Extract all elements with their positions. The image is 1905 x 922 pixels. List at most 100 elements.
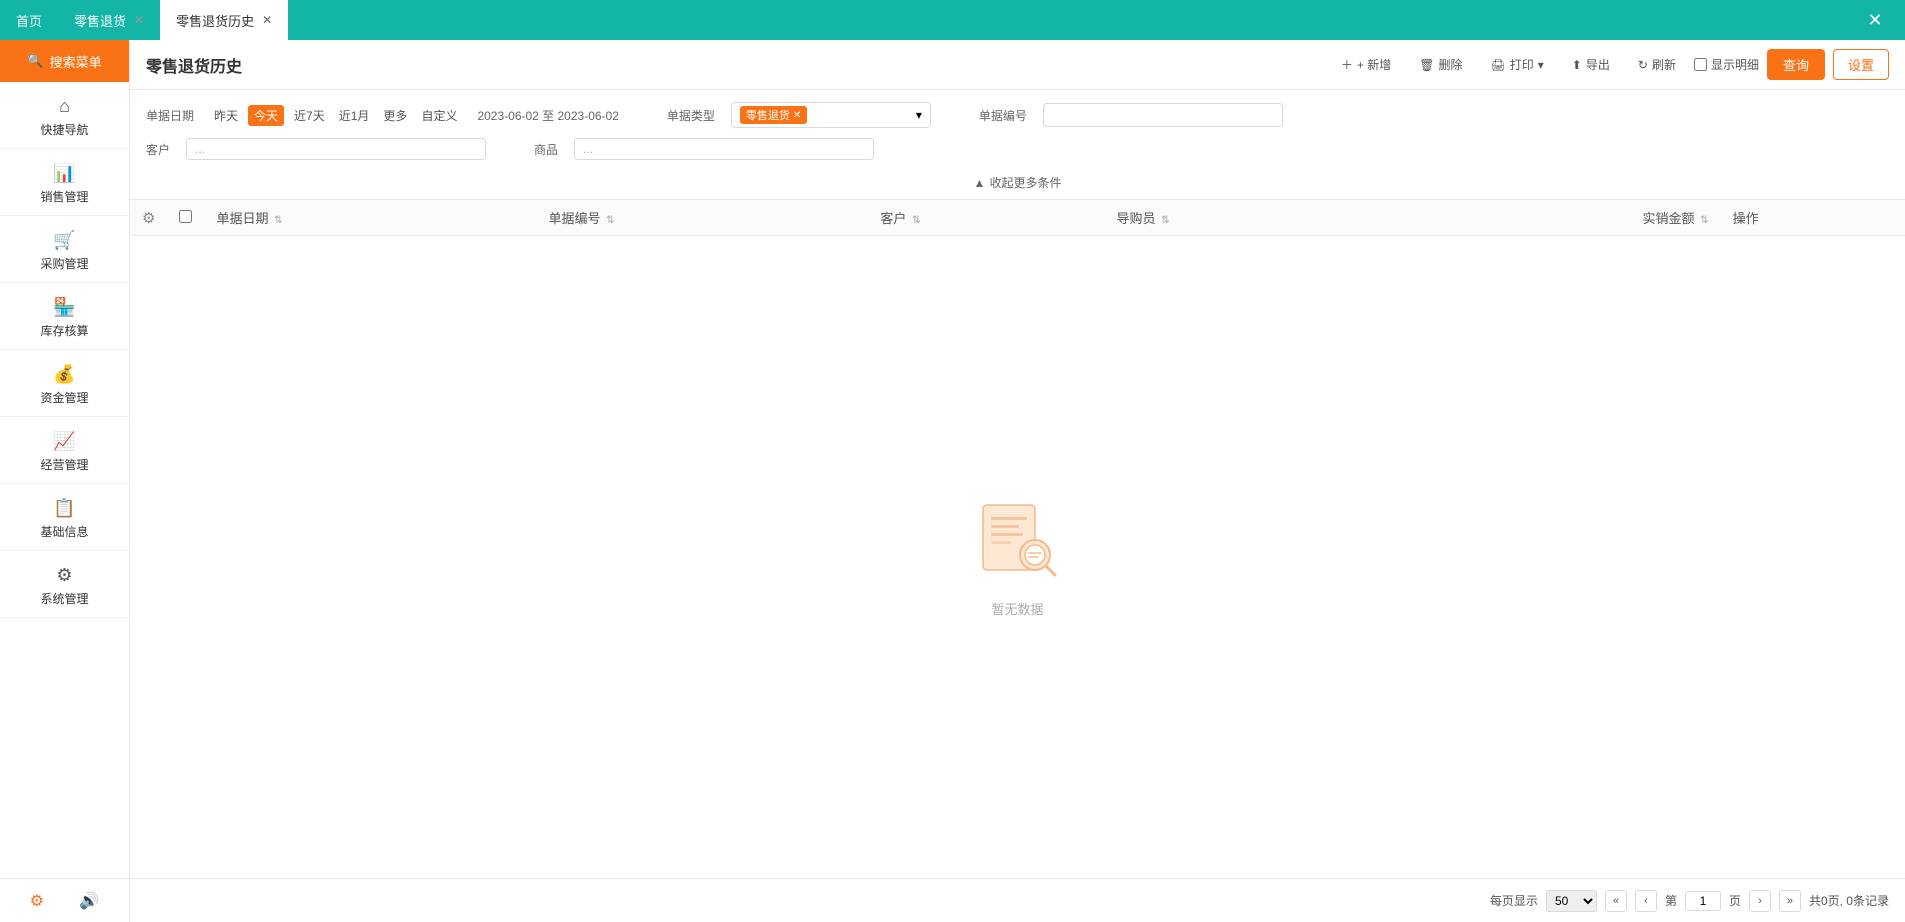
bill-type-dropdown-icon: ▾ (916, 108, 922, 122)
column-settings-icon[interactable]: ⚙ (142, 210, 155, 227)
collapse-icon: ▲ (974, 176, 986, 190)
finance-icon: 💰 (53, 364, 75, 385)
date-opt-last7[interactable]: 近7天 (290, 105, 329, 126)
col-settings: ⚙ (130, 200, 167, 236)
tab-retail-return[interactable]: 零售退货 ✕ (58, 0, 160, 40)
col-guide[interactable]: 导购员 ⇅ (1105, 200, 1389, 236)
pagination-bar: 每页显示 50 10 20 100 « ‹ 第 页 › » 共0页, 0条记录 (130, 878, 1905, 922)
bill-no-input[interactable] (1043, 103, 1283, 127)
data-table: ⚙ 单据日期 ⇅ 单据编号 ⇅ (130, 200, 1905, 236)
customer-select[interactable]: ... (186, 138, 486, 160)
content-area: 零售退货历史 ＋ + 新增 🗑 删除 🖨 打印 ▾ ⬆ 导出 (130, 40, 1905, 922)
date-opt-yesterday[interactable]: 昨天 (210, 105, 242, 126)
collapse-label: 收起更多条件 (989, 174, 1061, 191)
date-label: 单据日期 (146, 107, 194, 124)
bill-no-label: 单据编号 (979, 107, 1027, 124)
window-close-button[interactable]: ✕ (1861, 6, 1889, 34)
sidebar-item-system[interactable]: ⚙ 系统管理 (0, 551, 129, 618)
goods-select[interactable]: ... (574, 138, 874, 160)
print-icon: 🖨 (1491, 58, 1506, 72)
date-opt-last1m[interactable]: 近1月 (335, 105, 374, 126)
sidebar-item-operation[interactable]: 📈 经营管理 (0, 417, 129, 484)
col-customer-sort-icon: ⇅ (912, 215, 920, 226)
refresh-icon: ↻ (1638, 58, 1648, 72)
table-area: ⚙ 单据日期 ⇅ 单据编号 ⇅ (130, 200, 1905, 878)
export-label: 导出 (1586, 56, 1610, 73)
sidebar-item-purchase[interactable]: 🛒 采购管理 (0, 216, 129, 283)
show-detail-checkbox[interactable] (1694, 58, 1707, 71)
total-label: 共0页, 0条记录 (1809, 892, 1889, 909)
customer-label: 客户 (146, 141, 170, 158)
refresh-button[interactable]: ↻ 刷新 (1628, 51, 1686, 78)
bill-type-select[interactable]: 零售退货 ✕ ▾ (731, 102, 931, 128)
tab-home[interactable]: 首页 (0, 0, 58, 40)
sidebar-search[interactable]: 🔍 搜索菜单 (0, 40, 129, 82)
col-guide-label: 导购员 (1117, 211, 1156, 226)
page-header: 零售退货历史 ＋ + 新增 🗑 删除 🖨 打印 ▾ ⬆ 导出 (130, 40, 1905, 90)
sales-icon: 📊 (53, 163, 75, 184)
sidebar-search-label: 搜索菜单 (50, 52, 102, 71)
print-label: 打印 (1510, 56, 1534, 73)
bill-type-tag-label: 零售退货 (746, 107, 790, 123)
col-amount[interactable]: 实销金额 ⇅ (1389, 200, 1721, 236)
main-layout: 🔍 搜索菜单 ⌂ 快捷导航 📊 销售管理 🛒 采购管理 🏪 库存核算 💰 (0, 40, 1905, 922)
date-opt-more[interactable]: 更多 (379, 105, 411, 126)
next-page-button[interactable]: › (1749, 890, 1771, 912)
col-customer[interactable]: 客户 ⇅ (868, 200, 1104, 236)
delete-icon: 🗑 (1419, 58, 1434, 72)
page-number-input[interactable] (1685, 891, 1721, 911)
search-icon: 🔍 (27, 53, 43, 69)
sidebar-item-base-info-label: 基础信息 (40, 523, 88, 540)
select-all-checkbox[interactable] (179, 210, 192, 223)
sidebar-menu: ⌂ 快捷导航 📊 销售管理 🛒 采购管理 🏪 库存核算 💰 资金管理 📈 (0, 82, 129, 878)
tab-retail-return-close[interactable]: ✕ (134, 13, 144, 27)
tab-home-label: 首页 (16, 11, 42, 30)
query-button[interactable]: 查询 (1767, 49, 1825, 80)
sidebar-item-sales-label: 销售管理 (40, 188, 88, 205)
per-page-select[interactable]: 50 10 20 100 (1546, 890, 1597, 912)
print-button[interactable]: 🖨 打印 ▾ (1481, 51, 1554, 78)
export-button[interactable]: ⬆ 导出 (1562, 51, 1620, 78)
sidebar-item-inventory[interactable]: 🏪 库存核算 (0, 283, 129, 350)
sidebar-item-base-info[interactable]: 📋 基础信息 (0, 484, 129, 551)
settings-button[interactable]: 设置 (1833, 49, 1889, 80)
refresh-label: 刷新 (1652, 56, 1676, 73)
tab-retail-return-history-close[interactable]: ✕ (262, 13, 272, 27)
sidebar-item-finance[interactable]: 💰 资金管理 (0, 350, 129, 417)
col-bill-no[interactable]: 单据编号 ⇅ (536, 200, 868, 236)
goods-placeholder: ... (583, 142, 593, 156)
sidebar-item-quick-nav-label: 快捷导航 (40, 121, 88, 138)
date-options: 昨天 今天 近7天 近1月 更多 自定义 (210, 105, 461, 126)
empty-state: 暂无数据 (130, 236, 1905, 878)
page-unit: 页 (1729, 892, 1741, 909)
col-date[interactable]: 单据日期 ⇅ (204, 200, 536, 236)
tab-retail-return-history-label: 零售退货历史 (176, 11, 254, 30)
customer-placeholder: ... (195, 142, 205, 156)
bill-type-tag-close[interactable]: ✕ (793, 110, 801, 121)
per-page-label: 每页显示 (1490, 892, 1538, 909)
last-page-button[interactable]: » (1779, 890, 1801, 912)
sidebar-item-sales[interactable]: 📊 销售管理 (0, 149, 129, 216)
empty-state-text: 暂无数据 (991, 599, 1043, 618)
delete-button[interactable]: 🗑 删除 (1409, 51, 1472, 78)
top-bar-right: ✕ (1861, 6, 1905, 34)
tab-list: 首页 零售退货 ✕ 零售退货历史 ✕ (0, 0, 1861, 40)
collapse-button[interactable]: ▲ 收起更多条件 (146, 170, 1889, 199)
first-page-button[interactable]: « (1605, 890, 1627, 912)
sidebar: 🔍 搜索菜单 ⌂ 快捷导航 📊 销售管理 🛒 采购管理 🏪 库存核算 💰 (0, 40, 130, 922)
sidebar-item-quick-nav[interactable]: ⌂ 快捷导航 (0, 82, 129, 149)
volume-icon[interactable]: 🔊 (79, 891, 99, 911)
filter-area: 单据日期 昨天 今天 近7天 近1月 更多 自定义 2023-06-02 至 2… (130, 90, 1905, 200)
date-opt-custom[interactable]: 自定义 (417, 105, 461, 126)
tab-retail-return-history[interactable]: 零售退货历史 ✕ (160, 0, 288, 40)
settings-bottom-icon[interactable]: ⚙ (30, 891, 44, 911)
date-opt-today[interactable]: 今天 (248, 105, 284, 126)
col-operation-label: 操作 (1733, 211, 1759, 226)
export-icon: ⬆ (1572, 58, 1582, 72)
empty-state-icon (973, 497, 1063, 587)
tab-retail-return-label: 零售退货 (74, 11, 126, 30)
col-checkbox[interactable] (167, 200, 204, 236)
new-button[interactable]: ＋ + 新增 (1331, 51, 1401, 78)
col-date-sort-icon: ⇅ (274, 215, 282, 226)
prev-page-button[interactable]: ‹ (1635, 890, 1657, 912)
